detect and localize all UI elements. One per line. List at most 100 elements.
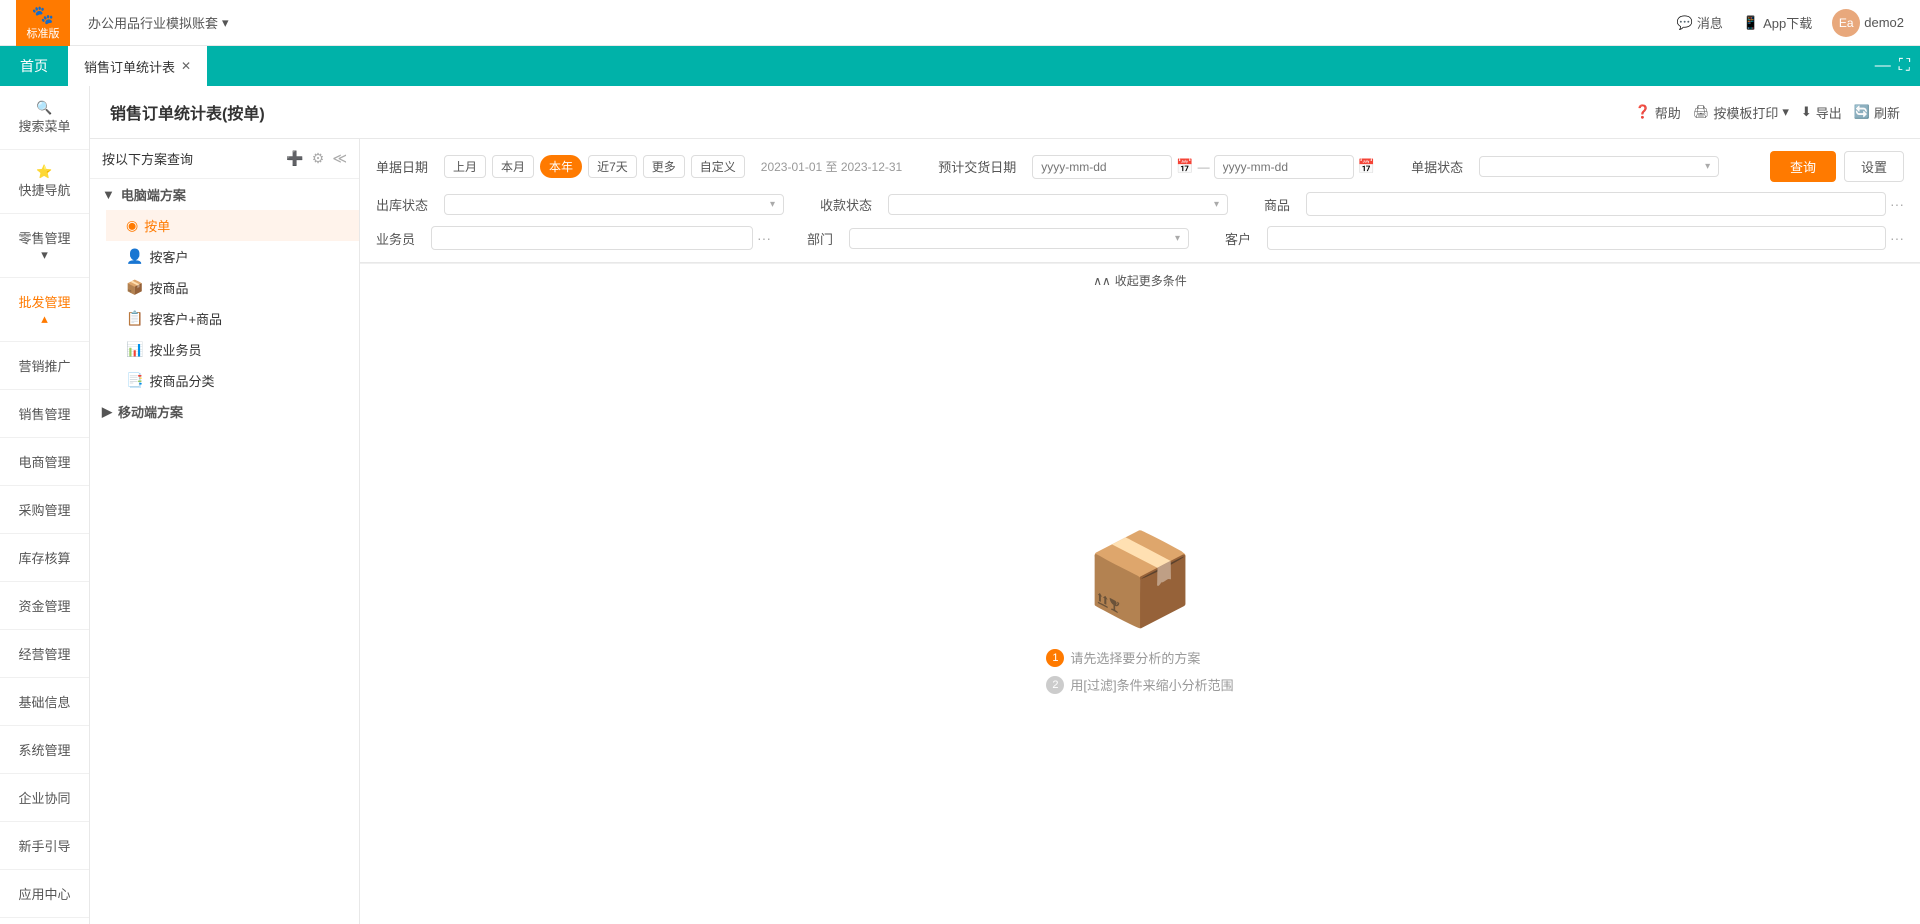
sidebar-item-operations[interactable]: 经营管理 xyxy=(0,630,89,678)
minimize-icon[interactable]: — xyxy=(1875,57,1891,75)
chevron-down-icon: ▾ xyxy=(1214,199,1219,210)
customer-field: ··· xyxy=(1267,226,1904,250)
payment-select[interactable]: ▾ xyxy=(888,194,1228,215)
export-icon: ⬇ xyxy=(1801,104,1812,120)
chevron-down-icon: ▾ xyxy=(1782,104,1789,120)
sidebar-item-enterprise[interactable]: 企业协同 xyxy=(0,774,89,822)
empty-tip-2: 2 用[过滤]条件来缩小分析范围 xyxy=(1046,675,1233,694)
custom-btn[interactable]: 自定义 xyxy=(691,155,745,178)
customer-label: 客户 xyxy=(1225,229,1251,248)
expected-date-label: 预计交货日期 xyxy=(938,157,1016,176)
quick-nav-icon: ⭐ xyxy=(8,164,81,180)
tree-item-by-salesperson[interactable]: 📊 按业务员 xyxy=(106,334,359,365)
this-year-btn[interactable]: 本年 xyxy=(540,155,582,178)
date-buttons: 上月 本月 本年 近7天 更多 自定义 xyxy=(444,155,745,178)
tab-home[interactable]: 首页 xyxy=(0,46,68,86)
calendar-end-icon[interactable]: 📅 xyxy=(1358,158,1375,175)
this-month-btn[interactable]: 本月 xyxy=(492,155,534,178)
goods-more-icon[interactable]: ··· xyxy=(1890,196,1904,212)
last-7-days-btn[interactable]: 近7天 xyxy=(588,155,637,178)
chevron-up-icon: ▴ xyxy=(41,311,48,326)
download-icon: 📱 xyxy=(1743,15,1759,31)
add-plan-btn[interactable]: ➕ xyxy=(286,150,303,167)
left-panel: 按以下方案查询 ➕ ⚙ ≪ ▼ 电脑端方案 ◉ 按单 xyxy=(90,139,360,924)
export-btn[interactable]: ⬇ 导出 xyxy=(1801,103,1842,122)
tree-item-by-order[interactable]: ◉ 按单 xyxy=(106,210,359,241)
sidebar-item-inventory[interactable]: 库存核算 xyxy=(0,534,89,582)
sidebar-item-newbie[interactable]: 新手引导 xyxy=(0,822,89,870)
sidebar-item-search-menu[interactable]: 🔍 搜索菜单 xyxy=(0,86,89,150)
tree-item-by-goods[interactable]: 📦 按商品 xyxy=(106,272,359,303)
collapse-panel-btn[interactable]: ≪ xyxy=(332,150,347,167)
tree-section-desktop[interactable]: ▼ 电脑端方案 xyxy=(90,179,359,210)
expected-date-range: 📅 — 📅 xyxy=(1032,155,1375,179)
content: 销售订单统计表(按单) ❓ 帮助 🖨 按模板打印 ▾ ⬇ 导出 🔄 刷新 xyxy=(90,86,1920,924)
inner-layout: 按以下方案查询 ➕ ⚙ ≪ ▼ 电脑端方案 ◉ 按单 xyxy=(90,139,1920,924)
more-btn[interactable]: 更多 xyxy=(643,155,685,178)
sidebar-item-wechat[interactable]: 企业微信 xyxy=(0,918,89,924)
sidebar-item-quick-nav[interactable]: ⭐ 快捷导航 xyxy=(0,150,89,214)
order-icon: ◉ xyxy=(126,217,138,234)
sidebar-item-sales[interactable]: 销售管理 xyxy=(0,390,89,438)
sidebar-item-marketing[interactable]: 营销推广 xyxy=(0,342,89,390)
calendar-start-icon[interactable]: 📅 xyxy=(1176,158,1193,175)
tree-item-by-customer-goods[interactable]: 📋 按客户+商品 xyxy=(106,303,359,334)
last-month-btn[interactable]: 上月 xyxy=(444,155,486,178)
tab-label: 销售订单统计表 xyxy=(84,57,175,76)
tab-close-btn[interactable]: ✕ xyxy=(181,59,191,73)
salesperson-label: 业务员 xyxy=(376,229,415,248)
app-download-btn[interactable]: 📱 App下载 xyxy=(1743,13,1812,32)
sidebar-item-retail[interactable]: 零售管理 ▾ xyxy=(0,214,89,278)
goods-input[interactable] xyxy=(1306,192,1886,216)
expected-date-start[interactable] xyxy=(1032,155,1172,179)
sidebar-item-system[interactable]: 系统管理 xyxy=(0,726,89,774)
tree-item-by-category[interactable]: 📑 按商品分类 xyxy=(106,365,359,396)
tree-desktop-items: ◉ 按单 👤 按客户 📦 按商品 📋 按客户+商品 xyxy=(90,210,359,396)
logo: 🐾 标准版 xyxy=(16,0,70,46)
salesperson-icon: 📊 xyxy=(126,341,143,358)
department-select[interactable]: ▾ xyxy=(849,228,1189,249)
sidebar-item-wholesale[interactable]: 批发管理 ▴ xyxy=(0,278,89,342)
sidebar-item-appcenter[interactable]: 应用中心 xyxy=(0,870,89,918)
user-menu[interactable]: Ea demo2 xyxy=(1832,9,1904,37)
maximize-icon[interactable]: ⛶ xyxy=(1899,57,1910,75)
salesperson-input[interactable] xyxy=(431,226,753,250)
tree-section-mobile[interactable]: ▶ 移动端方案 xyxy=(90,396,359,427)
refresh-btn[interactable]: 🔄 刷新 xyxy=(1854,103,1900,122)
left-panel-header: 按以下方案查询 ➕ ⚙ ≪ xyxy=(90,139,359,179)
template-print-btn[interactable]: 🖨 按模板打印 ▾ xyxy=(1693,103,1789,122)
sidebar-item-purchase[interactable]: 采购管理 xyxy=(0,486,89,534)
customer-more-icon[interactable]: ··· xyxy=(1890,230,1904,246)
sidebar-item-finance[interactable]: 资金管理 xyxy=(0,582,89,630)
help-btn[interactable]: ❓ 帮助 xyxy=(1635,103,1681,122)
sidebar-item-basic[interactable]: 基础信息 xyxy=(0,678,89,726)
app-selector[interactable]: 办公用品行业模拟账套 ▾ xyxy=(80,9,237,36)
setting-btn[interactable]: 设置 xyxy=(1844,151,1904,182)
message-btn[interactable]: 💬 消息 xyxy=(1677,13,1723,32)
status-select[interactable]: ▾ xyxy=(1479,156,1719,177)
sidebar-item-ecommerce[interactable]: 电商管理 xyxy=(0,438,89,486)
customer-input[interactable] xyxy=(1267,226,1886,250)
left-panel-actions: ➕ ⚙ ≪ xyxy=(286,150,347,167)
tip-num-1: 1 xyxy=(1046,649,1064,667)
expected-date-end[interactable] xyxy=(1214,155,1354,179)
settings-plan-btn[interactable]: ⚙ xyxy=(312,150,325,167)
tree-item-by-customer[interactable]: 👤 按客户 xyxy=(106,241,359,272)
date-label: 单据日期 xyxy=(376,157,428,176)
chevron-icon: ▾ xyxy=(41,247,48,262)
query-btn[interactable]: 查询 xyxy=(1770,151,1836,182)
collapse-bar: ∧∧ 收起更多条件 xyxy=(360,263,1920,297)
tab-sales-stats[interactable]: 销售订单统计表 ✕ xyxy=(68,46,207,86)
main: 🔍 搜索菜单 ⭐ 快捷导航 零售管理 ▾ 批发管理 ▴ 营销推广 销售管理 电商… xyxy=(0,86,1920,924)
refresh-icon: 🔄 xyxy=(1854,104,1870,120)
goods-label: 商品 xyxy=(1264,195,1290,214)
department-label: 部门 xyxy=(807,229,833,248)
collapse-btn[interactable]: ∧∧ 收起更多条件 xyxy=(1093,272,1187,289)
collapse-icon: ∧∧ xyxy=(1093,274,1111,288)
shipment-select[interactable]: ▾ xyxy=(444,194,784,215)
topbar: 🐾 标准版 办公用品行业模拟账套 ▾ 💬 消息 📱 App下载 Ea demo2 xyxy=(0,0,1920,46)
chevron-down-icon: ▾ xyxy=(222,15,229,31)
salesperson-more-icon[interactable]: ··· xyxy=(757,230,771,246)
category-icon: 📑 xyxy=(126,372,143,389)
message-icon: 💬 xyxy=(1677,15,1693,31)
